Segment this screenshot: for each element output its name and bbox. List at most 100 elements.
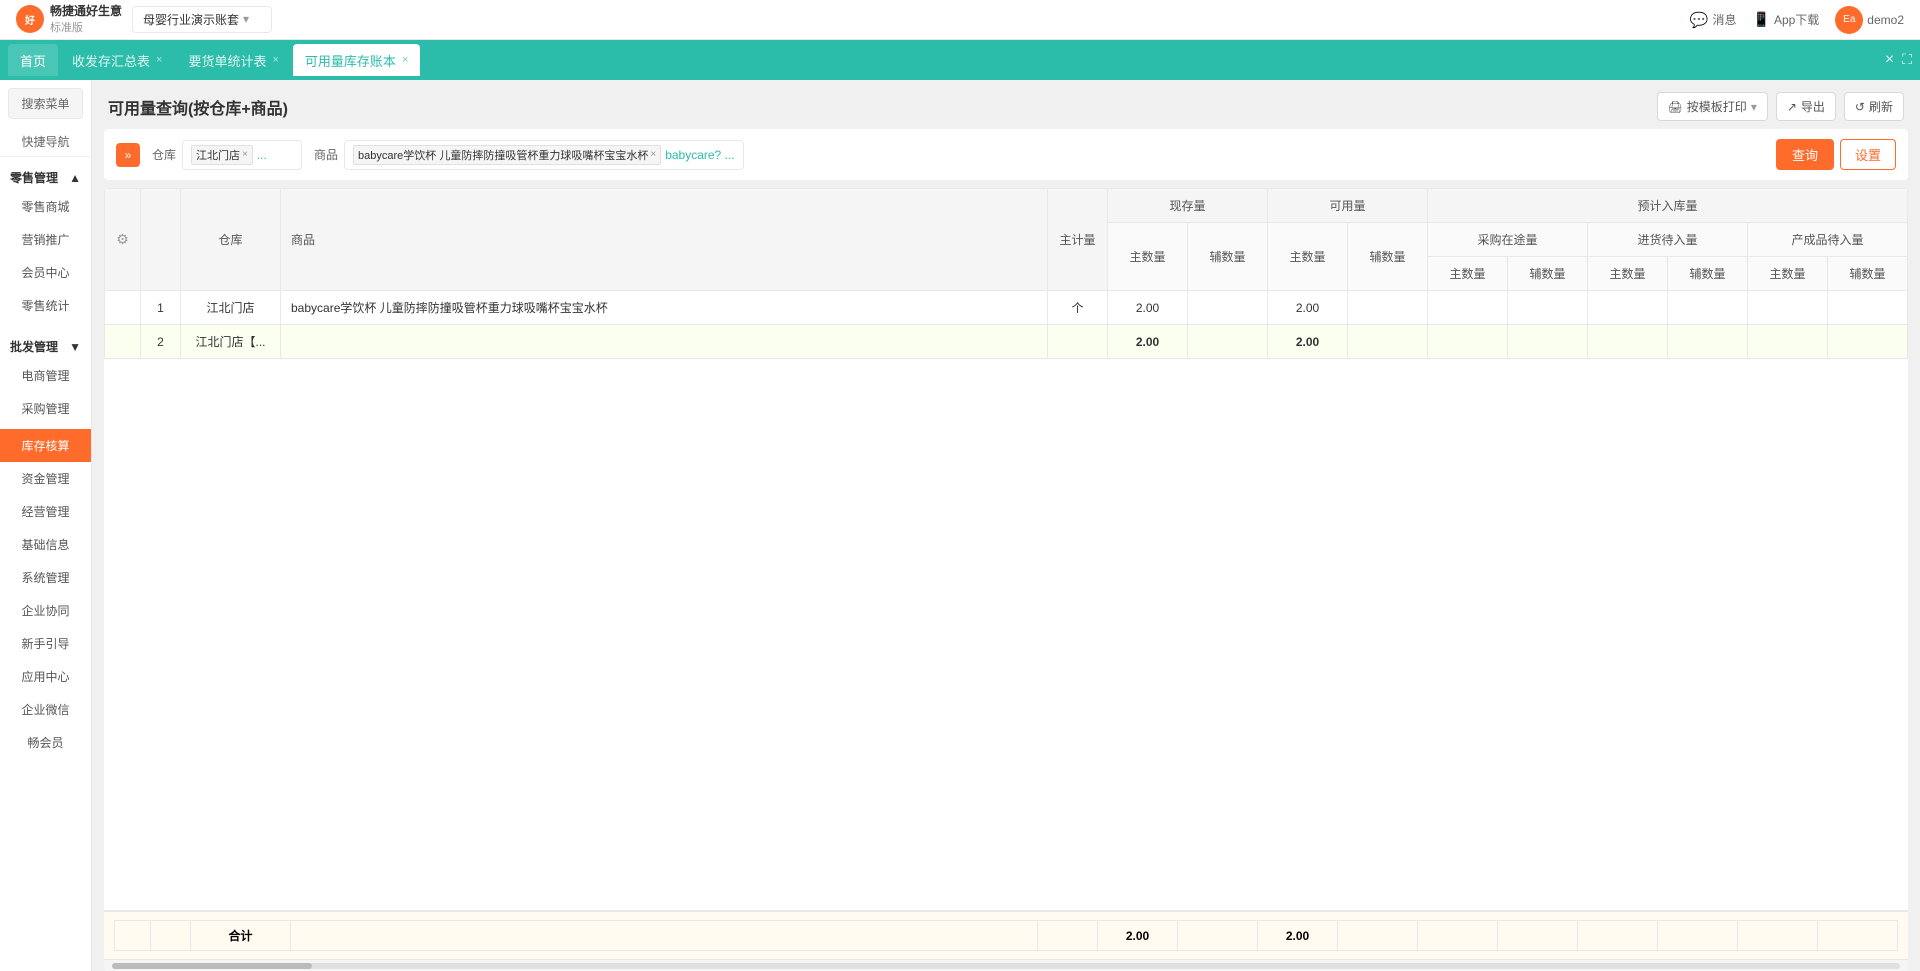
product-tag-1: babycare学饮杯 儿童防摔防撞吸管杯重力球吸嘴杯宝宝水杯 × bbox=[353, 145, 661, 165]
th-production-group: 产成品待入量 bbox=[1748, 223, 1908, 257]
query-button[interactable]: 查询 bbox=[1776, 139, 1834, 170]
sidebar-item-newguide[interactable]: 新手引导 bbox=[0, 627, 91, 660]
gear-icon[interactable]: ⚙ bbox=[116, 231, 129, 247]
sidebar-item-changhui[interactable]: 畅会员 bbox=[0, 726, 91, 759]
retail-label: 零售管理 bbox=[10, 169, 58, 186]
row1-prod-main bbox=[1748, 291, 1828, 325]
sidebar-item-retail-stats[interactable]: 零售统计 bbox=[0, 289, 91, 322]
sidebar-section-wholesale: 批发管理 ▼ 电商管理 采购管理 bbox=[0, 326, 91, 429]
sidebar-quick-nav[interactable]: 快捷导航 bbox=[0, 127, 91, 157]
row2-no: 2 bbox=[141, 325, 181, 359]
warehouse-filter-label: 仓库 bbox=[152, 146, 176, 163]
sidebar-item-ecommerce[interactable]: 电商管理 bbox=[0, 359, 91, 392]
sidebar-item-wechat[interactable]: 企业微信 bbox=[0, 693, 91, 726]
tab-home[interactable]: 首页 bbox=[8, 44, 58, 76]
warehouse-tag-remove[interactable]: × bbox=[242, 149, 248, 160]
export-button[interactable]: ↗ 导出 bbox=[1776, 92, 1836, 121]
settings-button[interactable]: 设置 bbox=[1840, 139, 1896, 170]
logo-text-area: 畅捷通好生意 标准版 bbox=[50, 4, 122, 34]
sidebar-item-inventory[interactable]: 库存核算 bbox=[0, 429, 91, 462]
warehouse-more[interactable]: ... bbox=[257, 148, 267, 162]
close-all-button[interactable]: × bbox=[1885, 51, 1894, 69]
tab-receipts-close[interactable]: × bbox=[156, 54, 162, 66]
print-button[interactable]: 🖨 按模板打印 ▾ bbox=[1657, 92, 1768, 121]
tab-inventory[interactable]: 可用量库存账本 × bbox=[293, 44, 420, 76]
nav-tabs: 首页 收发存汇总表 × 要货单统计表 × 可用量库存账本 × × ⛶ bbox=[0, 40, 1920, 80]
sidebar-item-appstore[interactable]: 应用中心 bbox=[0, 660, 91, 693]
th-stock-sub: 辅数量 bbox=[1188, 223, 1268, 291]
sidebar-item-member[interactable]: 会员中心 bbox=[0, 256, 91, 289]
warehouse-tag: 江北门店 × bbox=[191, 145, 253, 165]
row1-product: babycare学饮杯 儿童防摔防撞吸管杯重力球吸嘴杯宝宝水杯 bbox=[281, 291, 1048, 325]
avatar: Ea bbox=[1835, 6, 1863, 34]
retail-expand-icon: ▲ bbox=[69, 171, 81, 185]
th-product: 商品 bbox=[281, 189, 1048, 291]
product-filter-label: 商品 bbox=[314, 146, 338, 163]
product-filter: 商品 babycare学饮杯 儿童防摔防撞吸管杯重力球吸嘴杯宝宝水杯 × bab… bbox=[314, 140, 744, 170]
page-title: 可用量查询(按仓库+商品) bbox=[108, 95, 288, 119]
refresh-icon: ↺ bbox=[1855, 100, 1865, 114]
search-menu-button[interactable]: 搜索菜单 bbox=[8, 88, 83, 119]
sidebar-item-ecshop[interactable]: 零售商城 bbox=[0, 190, 91, 223]
tab-receipts[interactable]: 收发存汇总表 × bbox=[60, 44, 174, 76]
top-bar-left: 好 畅捷通好生意 标准版 母婴行业演示账套 ▾ bbox=[16, 4, 272, 34]
download-label: App下载 bbox=[1774, 11, 1819, 28]
industry-label: 母婴行业演示账套 bbox=[143, 11, 239, 28]
row2-inc-main bbox=[1588, 325, 1668, 359]
print-chevron-icon: ▾ bbox=[1751, 100, 1757, 114]
top-bar: 好 畅捷通好生意 标准版 母婴行业演示账套 ▾ 💬 消息 📱 App下载 Ea … bbox=[0, 0, 1920, 40]
th-stock-main: 主数量 bbox=[1108, 223, 1188, 291]
row1-inc-sub bbox=[1668, 291, 1748, 325]
sidebar-wholesale-header[interactable]: 批发管理 ▼ bbox=[0, 330, 91, 359]
th-available-group: 可用量 bbox=[1268, 189, 1428, 223]
sidebar-retail-header[interactable]: 零售管理 ▲ bbox=[0, 161, 91, 190]
row1-stock-main: 2.00 bbox=[1108, 291, 1188, 325]
sidebar-item-operations[interactable]: 经营管理 bbox=[0, 495, 91, 528]
top-bar-right: 💬 消息 📱 App下载 Ea demo2 bbox=[1690, 6, 1904, 34]
logo-icon: 好 bbox=[16, 5, 44, 33]
product-tag-1-remove[interactable]: × bbox=[650, 149, 656, 160]
table-row: 2 江北门店【... 2.00 2.00 bbox=[105, 325, 1908, 359]
print-label: 按模板打印 bbox=[1687, 98, 1747, 115]
product-tags-input[interactable]: babycare学饮杯 儿童防摔防撞吸管杯重力球吸嘴杯宝宝水杯 × babyca… bbox=[344, 140, 744, 170]
industry-selector[interactable]: 母婴行业演示账套 ▾ bbox=[132, 6, 272, 33]
maximize-button[interactable]: ⛶ bbox=[1902, 51, 1912, 69]
th-avail-sub: 辅数量 bbox=[1348, 223, 1428, 291]
message-button[interactable]: 💬 消息 bbox=[1690, 11, 1737, 29]
warehouse-tag-value: 江北门店 bbox=[196, 147, 240, 163]
sidebar-item-collab[interactable]: 企业协同 bbox=[0, 594, 91, 627]
tab-inventory-close[interactable]: × bbox=[402, 54, 408, 66]
filter-actions: 查询 设置 bbox=[1776, 139, 1896, 170]
export-icon: ↗ bbox=[1787, 100, 1797, 114]
chevron-down-icon: ▾ bbox=[243, 12, 249, 26]
filter-expand-button[interactable]: » bbox=[116, 143, 140, 167]
row2-pur-sub bbox=[1508, 325, 1588, 359]
th-pur-main: 主数量 bbox=[1428, 257, 1508, 291]
app-download-button[interactable]: 📱 App下载 bbox=[1753, 11, 1820, 28]
expand-icon: » bbox=[125, 148, 132, 162]
sidebar-item-system[interactable]: 系统管理 bbox=[0, 561, 91, 594]
main-layout: 搜索菜单 快捷导航 零售管理 ▲ 零售商城 营销推广 会员中心 零售统计 批发管… bbox=[0, 80, 1920, 971]
wholesale-label: 批发管理 bbox=[10, 338, 58, 355]
tab-orders[interactable]: 要货单统计表 × bbox=[176, 44, 290, 76]
user-area[interactable]: Ea demo2 bbox=[1835, 6, 1904, 34]
horizontal-scrollbar[interactable] bbox=[104, 959, 1908, 971]
tab-orders-close[interactable]: × bbox=[272, 54, 278, 66]
sidebar-item-purchase[interactable]: 采购管理 bbox=[0, 392, 91, 425]
row1-inc-main bbox=[1588, 291, 1668, 325]
th-inc-sub: 辅数量 bbox=[1668, 257, 1748, 291]
row2-warehouse: 江北门店【... bbox=[181, 325, 281, 359]
product-more[interactable]: babycare? ... bbox=[665, 148, 734, 162]
logo-area: 好 畅捷通好生意 标准版 bbox=[16, 4, 122, 34]
footer-label: 合计 bbox=[191, 921, 291, 951]
sidebar-item-basic-info[interactable]: 基础信息 bbox=[0, 528, 91, 561]
scroll-thumb[interactable] bbox=[112, 963, 312, 969]
th-planned-group: 预计入库量 bbox=[1428, 189, 1908, 223]
sidebar: 搜索菜单 快捷导航 零售管理 ▲ 零售商城 营销推广 会员中心 零售统计 批发管… bbox=[0, 80, 92, 971]
sidebar-item-marketing[interactable]: 营销推广 bbox=[0, 223, 91, 256]
refresh-button[interactable]: ↺ 刷新 bbox=[1844, 92, 1904, 121]
row1-no: 1 bbox=[141, 291, 181, 325]
sidebar-item-finance[interactable]: 资金管理 bbox=[0, 462, 91, 495]
row2-avail-main: 2.00 bbox=[1268, 325, 1348, 359]
warehouse-tags-input[interactable]: 江北门店 × ... bbox=[182, 140, 302, 170]
